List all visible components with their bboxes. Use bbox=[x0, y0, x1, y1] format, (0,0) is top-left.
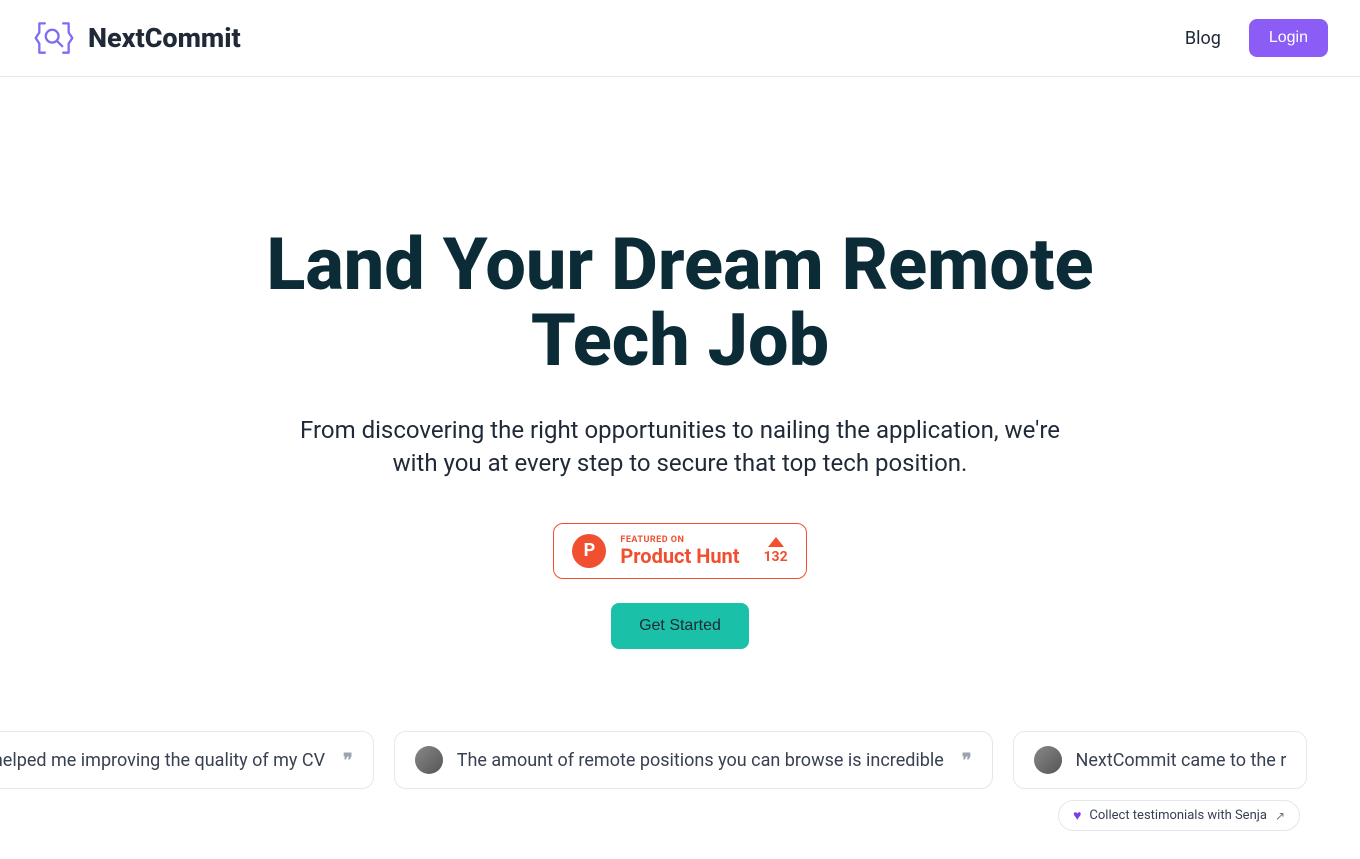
login-button[interactable]: Login bbox=[1249, 19, 1328, 57]
testimonial-text: tcommit helped me improving the quality … bbox=[0, 750, 325, 771]
producthunt-upvote: 132 bbox=[764, 537, 788, 565]
quote-icon: ❞ bbox=[343, 750, 353, 771]
logo-wrap[interactable]: NextCommit bbox=[32, 16, 241, 60]
avatar bbox=[415, 746, 443, 774]
get-started-button[interactable]: Get Started bbox=[611, 603, 749, 649]
testimonial-card[interactable]: tcommit helped me improving the quality … bbox=[0, 731, 374, 789]
producthunt-badge[interactable]: P FEATURED ON Product Hunt 132 bbox=[553, 523, 806, 579]
hero-title: Land Your Dream Remote Tech Job bbox=[230, 227, 1130, 378]
hero-subtitle: From discovering the right opportunities… bbox=[300, 414, 1060, 479]
producthunt-icon: P bbox=[572, 534, 606, 568]
senja-badge[interactable]: ♥ Collect testimonials with Senja ↗ bbox=[1058, 800, 1300, 831]
producthunt-name: Product Hunt bbox=[620, 545, 739, 567]
testimonials-marquee: tcommit helped me improving the quality … bbox=[0, 731, 1360, 789]
header: NextCommit Blog Login bbox=[0, 0, 1360, 77]
testimonial-card[interactable]: The amount of remote positions you can b… bbox=[394, 731, 993, 789]
heart-icon: ♥ bbox=[1073, 807, 1081, 824]
producthunt-wrap: P FEATURED ON Product Hunt 132 bbox=[0, 523, 1360, 597]
senja-text: Collect testimonials with Senja bbox=[1089, 808, 1267, 823]
arrow-icon: ↗ bbox=[1275, 809, 1285, 823]
brand-name: NextCommit bbox=[88, 22, 241, 54]
testimonial-text: NextCommit came to the r bbox=[1076, 750, 1287, 771]
nav: Blog Login bbox=[1185, 19, 1328, 57]
hero-section: Land Your Dream Remote Tech Job From dis… bbox=[0, 77, 1360, 649]
producthunt-count: 132 bbox=[764, 549, 788, 565]
cta-wrap: Get Started bbox=[0, 597, 1360, 649]
testimonial-card[interactable]: NextCommit came to the r bbox=[1013, 731, 1308, 789]
avatar bbox=[1034, 746, 1062, 774]
logo-icon bbox=[32, 16, 76, 60]
producthunt-text: FEATURED ON Product Hunt bbox=[620, 535, 739, 567]
upvote-triangle-icon bbox=[768, 537, 784, 547]
quote-icon: ❞ bbox=[962, 750, 972, 771]
blog-link[interactable]: Blog bbox=[1185, 28, 1221, 49]
testimonial-text: The amount of remote positions you can b… bbox=[457, 750, 944, 771]
